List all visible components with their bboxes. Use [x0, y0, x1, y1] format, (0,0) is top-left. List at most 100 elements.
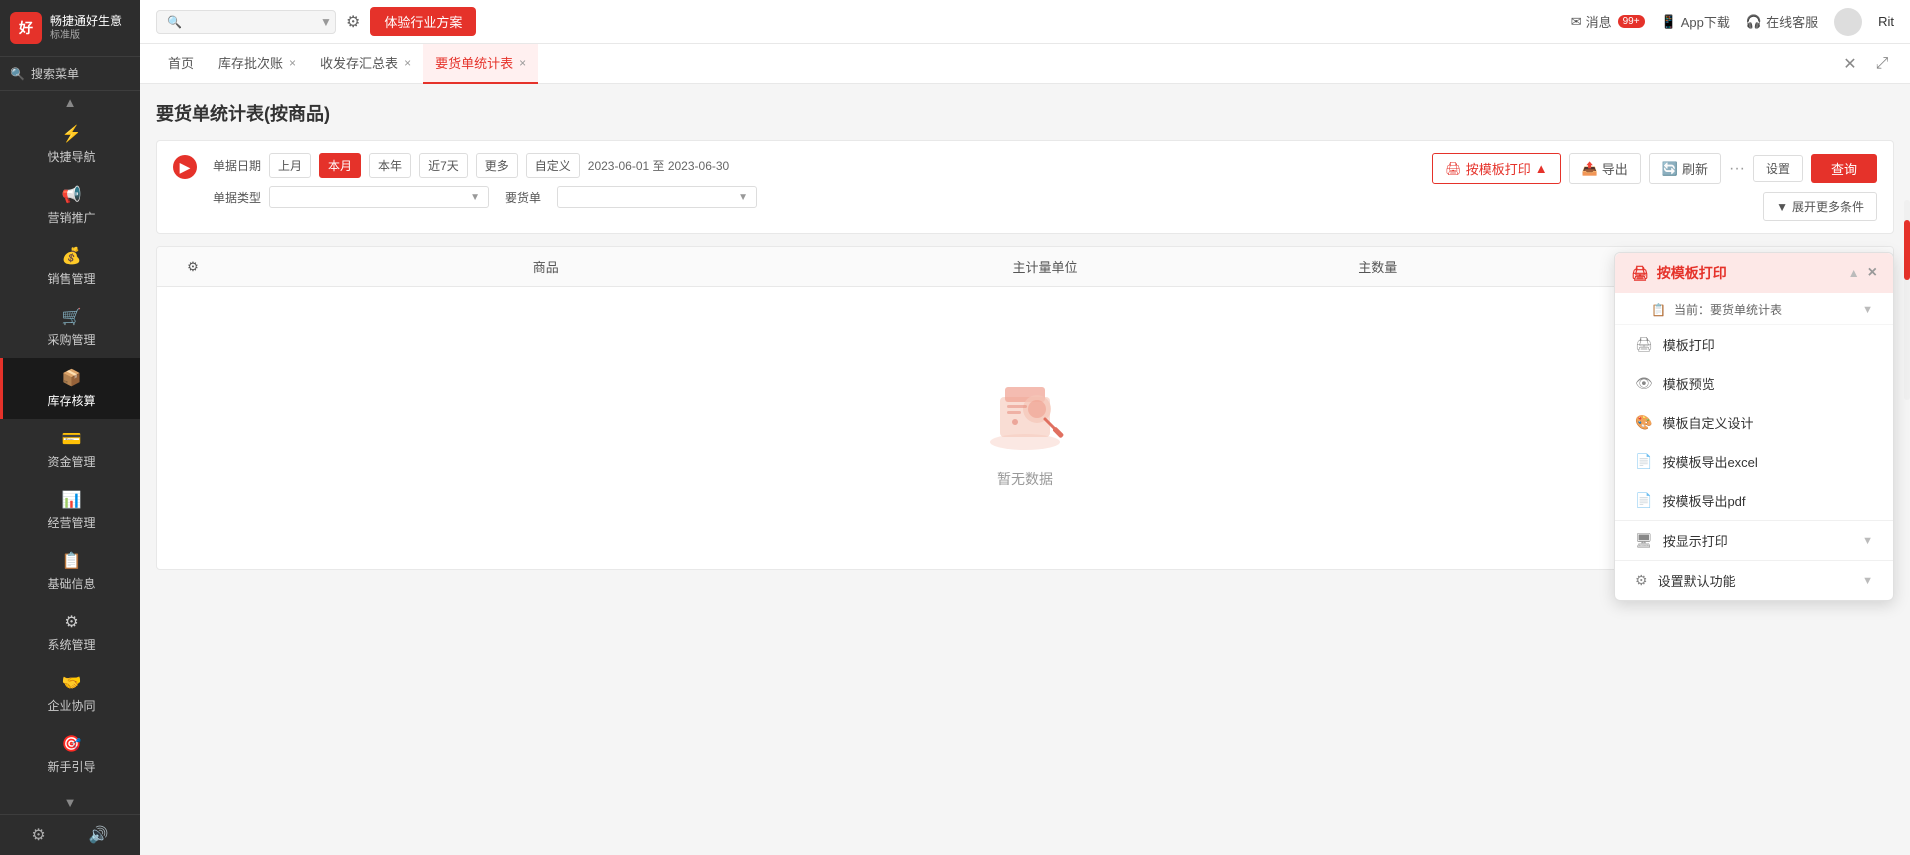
export-btn[interactable]: 📤 导出 — [1569, 153, 1641, 184]
print-dropdown-item-template-preview[interactable]: 👁 模板预览 — [1615, 364, 1893, 403]
filter-right: 🖨 按模板打印 ▲ 📤 导出 🔄 刷新 ··· 设置 — [1432, 153, 1877, 221]
app-download-btn[interactable]: 📱 App下载 — [1661, 12, 1730, 31]
refresh-icon: 🔄 — [1662, 161, 1678, 177]
date-range-text: 2023-06-01 至 2023-06-30 — [588, 157, 729, 174]
guide-icon: 🎯 — [62, 734, 82, 754]
tab-order-stats-close[interactable]: × — [519, 57, 526, 69]
date-btn-this-month[interactable]: 本月 — [319, 153, 361, 178]
print-dropdown-header: 🖨 按模板打印 ▲ × — [1615, 253, 1893, 293]
tab-receivable-summary[interactable]: 收发存汇总表 × — [308, 44, 423, 84]
query-btn[interactable]: 查询 — [1811, 154, 1877, 183]
page-title: 要货单统计表(按商品) — [156, 100, 1894, 126]
user-name: Rit — [1878, 14, 1894, 29]
print-current-template[interactable]: 📋 当前：要货单统计表 ▼ — [1615, 293, 1893, 325]
topbar-search-icon: 🔍 — [167, 15, 182, 29]
print-dropdown-item-export-excel[interactable]: 📄 按模板导出excel — [1615, 442, 1893, 481]
sidebar-item-inventory[interactable]: 📦 库存核算 — [0, 358, 140, 419]
main-area: 🔍 ▼ ⚙ 体验行业方案 ✉ 消息 99+ 📱 App下载 🎧 在线客服 Rit — [140, 0, 1910, 855]
content-area: 要货单统计表(按商品) ▶ 单据日期 上月 本月 本年 近7天 更多 自定义 2… — [140, 84, 1910, 855]
sound-bottom-icon[interactable]: 🔊 — [89, 825, 109, 845]
messages-icon: ✉ — [1571, 14, 1582, 30]
sidebar-item-sales[interactable]: 💰 销售管理 — [0, 236, 140, 297]
topbar-gear-icon[interactable]: ⚙ — [346, 12, 360, 32]
display-print-icon: 🖥 — [1635, 532, 1653, 549]
expand-more-btn[interactable]: ▼ 展开更多条件 — [1763, 192, 1877, 221]
date-btn-this-year[interactable]: 本年 — [369, 153, 411, 178]
date-btn-last-month[interactable]: 上月 — [269, 153, 311, 178]
display-print-arrow-icon: ▼ — [1862, 535, 1873, 547]
inventory-icon: 📦 — [62, 368, 82, 388]
date-btn-custom[interactable]: 自定义 — [526, 153, 580, 178]
sidebar-item-basic[interactable]: 📋 基础信息 — [0, 541, 140, 602]
print-dropdown-item-template-print[interactable]: 🖨 模板打印 — [1615, 325, 1893, 364]
table-th-settings[interactable]: ⚙ — [173, 259, 213, 275]
sidebar-item-system[interactable]: ⚙ 系统管理 — [0, 602, 140, 663]
yaohuo-select[interactable]: ▼ — [557, 186, 757, 208]
export-excel-icon: 📄 — [1635, 453, 1652, 470]
sidebar-item-operation[interactable]: 📊 经营管理 — [0, 480, 140, 541]
messages-btn[interactable]: ✉ 消息 99+ — [1571, 12, 1645, 31]
search-icon: 🔍 — [10, 67, 25, 81]
tab-order-stats[interactable]: 要货单统计表 × — [423, 44, 538, 84]
sidebar-item-purchase[interactable]: 🛒 采购管理 — [0, 297, 140, 358]
filter-group: 单据日期 上月 本月 本年 近7天 更多 自定义 2023-06-01 至 20… — [213, 153, 757, 208]
print-template-btn[interactable]: 🖨 按模板打印 ▲ — [1432, 153, 1560, 184]
sidebar-nav: ⚡ 快捷导航 📢 营销推广 💰 销售管理 🛒 采购管理 📦 库存核算 💳 资金管… — [0, 114, 140, 791]
print-dropdown-item-template-custom[interactable]: 🎨 模板自定义设计 — [1615, 403, 1893, 442]
table-th-quantity: 主数量 — [1211, 257, 1544, 276]
export-icon: 📤 — [1582, 161, 1598, 177]
topbar-search-input[interactable] — [186, 15, 316, 29]
trial-btn[interactable]: 体验行业方案 — [370, 7, 476, 36]
refresh-btn[interactable]: 🔄 刷新 — [1649, 153, 1721, 184]
sidebar-item-finance[interactable]: 💳 资金管理 — [0, 419, 140, 480]
print-dropdown-close-btn[interactable]: × — [1868, 264, 1877, 282]
sidebar-item-guide[interactable]: 🎯 新手引导 — [0, 724, 140, 785]
system-icon: ⚙ — [64, 612, 78, 632]
current-template-icon: 📋 — [1651, 303, 1666, 317]
filter-expand-btn[interactable]: ▶ — [173, 155, 197, 179]
empty-text: 暂无数据 — [997, 469, 1053, 489]
settings-bottom-icon[interactable]: ⚙ — [31, 825, 45, 845]
print-dropdown-display-print[interactable]: 🖥 按显示打印 ▼ — [1615, 520, 1893, 560]
date-btn-last-7days[interactable]: 近7天 — [419, 153, 468, 178]
topbar: 🔍 ▼ ⚙ 体验行业方案 ✉ 消息 99+ 📱 App下载 🎧 在线客服 Rit — [140, 0, 1910, 44]
type-select-arrow-icon: ▼ — [470, 192, 480, 203]
sidebar-search[interactable]: 🔍 搜索菜单 — [0, 57, 140, 91]
online-service-btn[interactable]: 🎧 在线客服 — [1746, 12, 1818, 31]
sidebar-item-marketing[interactable]: 📢 营销推广 — [0, 175, 140, 236]
tab-inventory-batch-close[interactable]: × — [289, 57, 296, 69]
more-options-icon[interactable]: ··· — [1729, 160, 1745, 178]
print-dropdown-item-export-pdf[interactable]: 📄 按模板导出pdf — [1615, 481, 1893, 520]
tab-receivable-summary-close[interactable]: × — [404, 57, 411, 69]
tab-home[interactable]: 首页 — [156, 44, 206, 84]
template-print-icon: 🖨 — [1635, 336, 1653, 353]
type-filter-row: 单据类型 ▼ 要货单 ▼ — [213, 186, 757, 208]
avatar[interactable] — [1834, 8, 1862, 36]
tab-maximize-icon[interactable]: ⤢ — [1870, 52, 1894, 76]
topbar-search-chevron-icon[interactable]: ▼ — [320, 15, 332, 29]
type-filter-select[interactable]: ▼ — [269, 186, 489, 208]
sidebar-item-collab[interactable]: 🤝 企业协同 — [0, 663, 140, 724]
sidebar: 好 畅捷通好生意 标准版 🔍 搜索菜单 ▲ ⚡ 快捷导航 📢 营销推广 💰 销售… — [0, 0, 140, 855]
print-dropdown-set-default[interactable]: ⚙ 设置默认功能 ▼ — [1615, 560, 1893, 600]
settings-btn[interactable]: 设置 — [1753, 155, 1803, 182]
marketing-icon: 📢 — [62, 185, 82, 205]
current-template-arrow-icon: ▼ — [1862, 304, 1873, 316]
printer-icon: 🖨 — [1445, 161, 1462, 177]
sidebar-logo: 好 畅捷通好生意 标准版 — [0, 0, 140, 57]
topbar-right: ✉ 消息 99+ 📱 App下载 🎧 在线客服 Rit — [1571, 8, 1894, 36]
tab-inventory-batch[interactable]: 库存批次账 × — [206, 44, 308, 84]
date-btn-more[interactable]: 更多 — [476, 153, 518, 178]
scrollbar-indicator[interactable] — [1904, 200, 1910, 400]
sidebar-scroll-down[interactable]: ▼ — [0, 791, 140, 814]
template-preview-icon: 👁 — [1635, 375, 1653, 392]
app-download-icon: 📱 — [1661, 14, 1677, 30]
table-settings-icon[interactable]: ⚙ — [187, 259, 199, 274]
yaohuo-select-arrow-icon: ▼ — [738, 192, 748, 203]
topbar-search-box[interactable]: 🔍 ▼ — [156, 10, 336, 34]
sidebar-scroll-up[interactable]: ▲ — [0, 91, 140, 114]
tab-close-all-icon[interactable]: ✕ — [1838, 52, 1862, 76]
print-dropdown-up-arrow[interactable]: ▲ — [1848, 266, 1860, 280]
sidebar-item-quick-nav[interactable]: ⚡ 快捷导航 — [0, 114, 140, 175]
yaohuo-label: 要货单 — [505, 189, 541, 206]
